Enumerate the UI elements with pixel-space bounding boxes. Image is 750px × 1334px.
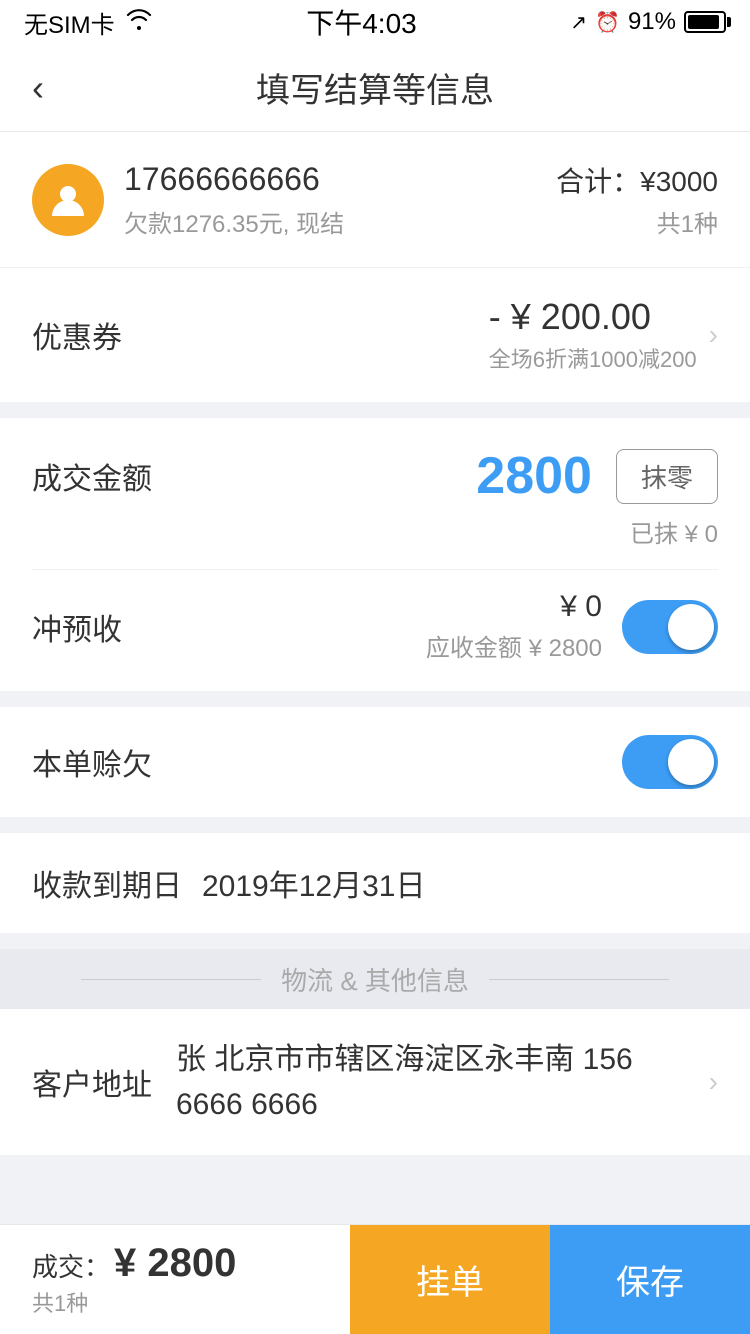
address-section[interactable]: 客户地址 张 北京市市辖区海淀区永丰南 156 6666 6666 › [0,1009,750,1155]
amount-section: 成交金额 2800 抹零 已抹 ¥ 0 冲预收 ¥ 0 应收金额 ¥ 2800 [0,418,750,691]
duedate-section: 收款到期日 2019年12月31日 [0,833,750,933]
bottom-summary-line1: 成交： ¥ 2800 [32,1241,350,1286]
hang-button[interactable]: 挂单 [350,1225,550,1334]
user-row: 17666666666 欠款1276.35元, 现结 合计：¥3000 共1种 [0,132,750,267]
total-count: 共1种 [556,204,718,239]
coupon-row[interactable]: 优惠券 - ¥ 200.00 全场6折满1000减200 › [0,267,750,402]
alarm-icon: ⏰ [595,10,620,35]
prepay-row: 冲预收 ¥ 0 应收金额 ¥ 2800 [32,590,718,663]
amount-row: 成交金额 2800 抹零 [32,446,718,506]
amount-value: 2800 [476,446,592,506]
user-section: 17666666666 欠款1276.35元, 现结 合计：¥3000 共1种 … [0,132,750,402]
bottom-summary: 成交： ¥ 2800 共1种 [0,1241,350,1318]
prepay-value: ¥ 0 [426,590,602,624]
save-button[interactable]: 保存 [550,1225,750,1334]
amount-label: 成交金额 [32,454,152,498]
status-time: 下午4:03 [306,2,417,42]
amount-sub: 已抹 ¥ 0 [32,514,718,549]
chevron-right-icon: › [709,319,718,351]
prepay-toggle[interactable] [622,600,718,654]
user-info: 17666666666 欠款1276.35元, 现结 [124,161,344,239]
coupon-amount: - ¥ 200.00 [489,296,697,338]
prepay-right: ¥ 0 应收金额 ¥ 2800 [426,590,718,663]
logistics-label: 物流 & 其他信息 [81,961,669,998]
round-button[interactable]: 抹零 [616,449,718,504]
duedate-value: 2019年12月31日 [202,861,425,905]
logistics-divider: 物流 & 其他信息 [0,949,750,1009]
location-icon: ↗ [570,10,587,35]
divider-line-left [81,979,261,980]
user-debt: 欠款1276.35元, 现结 [124,204,344,239]
carrier-text: 无SIM卡 [24,5,115,40]
status-bar: 无SIM卡 下午4:03 ↗ ⏰ 91% [0,0,750,44]
content: 17666666666 欠款1276.35元, 现结 合计：¥3000 共1种 … [0,132,750,1275]
status-left: 无SIM卡 [24,5,153,40]
prepay-sub: 应收金额 ¥ 2800 [426,628,602,663]
duedate-row: 收款到期日 2019年12月31日 [32,861,718,905]
user-left: 17666666666 欠款1276.35元, 现结 [32,161,344,239]
summary-count: 共1种 [32,1286,350,1318]
back-button[interactable]: ‹ [32,67,44,109]
avatar [32,164,104,236]
bottom-bar: 成交： ¥ 2800 共1种 挂单 保存 [0,1224,750,1334]
battery-icon [684,11,726,33]
coupon-right: - ¥ 200.00 全场6折满1000减200 › [489,296,718,374]
wifi-icon [125,8,153,37]
battery-percent: 91% [628,8,676,36]
coupon-amount-block: - ¥ 200.00 全场6折满1000减200 [489,296,697,374]
debt-toggle[interactable] [622,735,718,789]
debt-row: 本单赊欠 [32,735,718,789]
coupon-desc: 全场6折满1000减200 [489,342,697,374]
user-phone: 17666666666 [124,161,344,198]
status-right: ↗ ⏰ 91% [570,8,726,36]
prepay-value-block: ¥ 0 应收金额 ¥ 2800 [426,590,602,663]
address-label: 客户地址 [32,1060,152,1104]
debt-section: 本单赊欠 [0,707,750,817]
summary-label: 成交： [32,1247,110,1284]
total-label: 合计：¥3000 [556,160,718,200]
duedate-label: 收款到期日 [32,861,182,905]
debt-toggle-knob [668,739,714,785]
amount-right: 2800 抹零 [476,446,718,506]
user-total: 合计：¥3000 共1种 [556,160,718,239]
coupon-label: 优惠券 [32,313,122,357]
toggle-knob [668,604,714,650]
debt-label: 本单赊欠 [32,740,152,784]
prepay-label: 冲预收 [32,605,122,649]
divider [32,569,718,570]
address-value: 张 北京市市辖区海淀区永丰南 156 6666 6666 [176,1037,697,1127]
summary-amount: ¥ 2800 [114,1241,236,1286]
address-chevron-icon: › [709,1066,718,1098]
page-title: 填写结算等信息 [256,63,494,112]
header: ‹ 填写结算等信息 [0,44,750,132]
divider-line-right [489,979,669,980]
